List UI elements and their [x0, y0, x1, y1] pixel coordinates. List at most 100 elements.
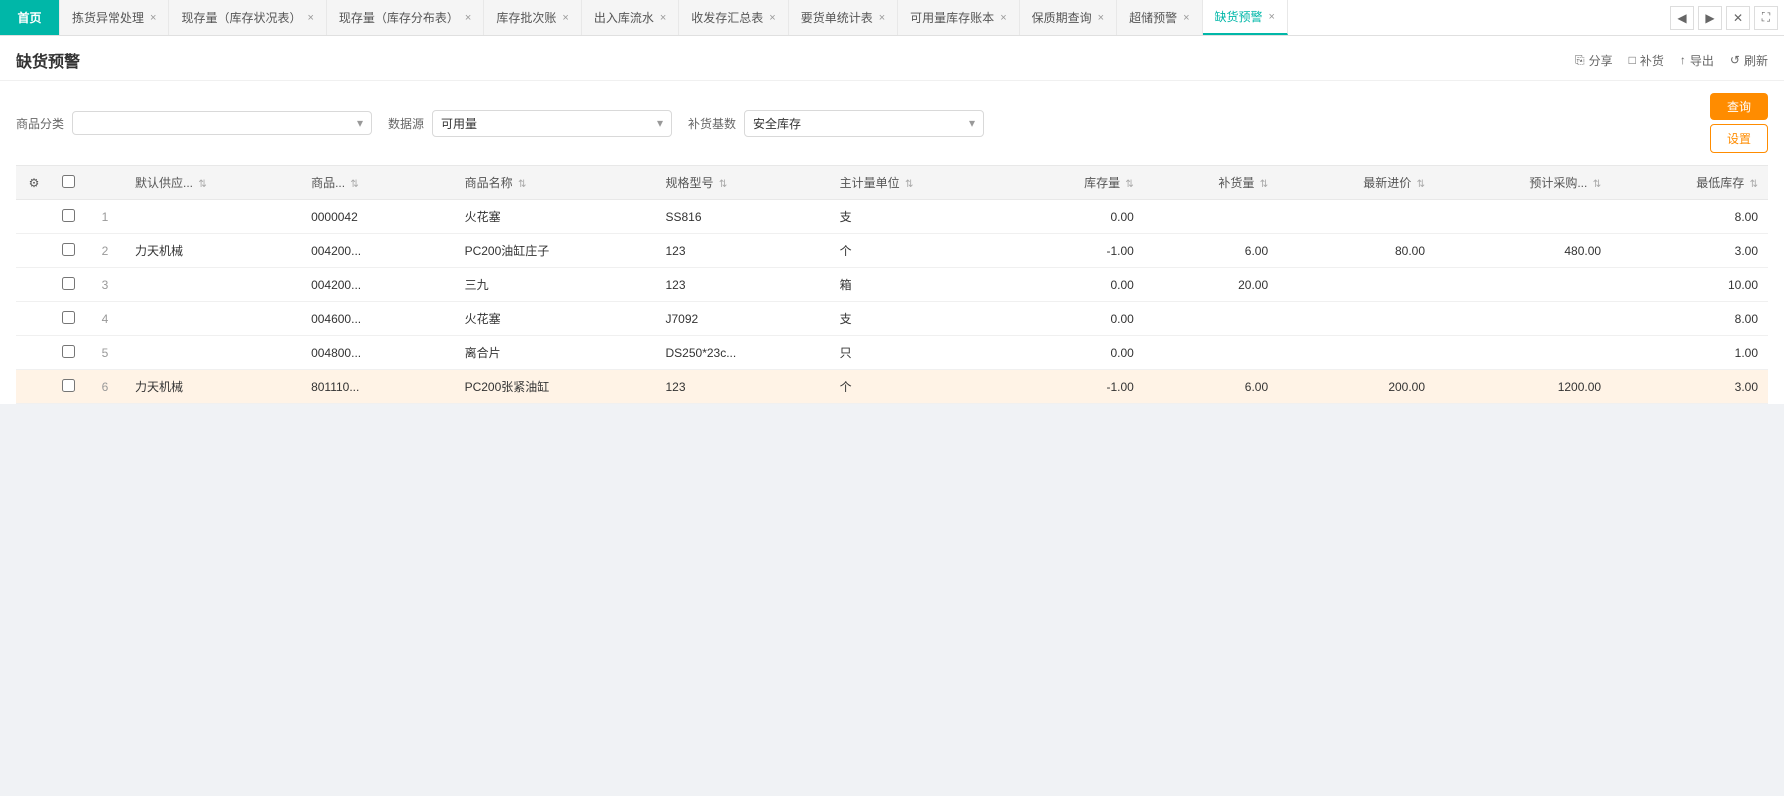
table-header-checkbox: [52, 166, 85, 200]
table-header-stock[interactable]: 库存量 ⇅: [1009, 166, 1143, 200]
row-name: 三九: [455, 268, 656, 302]
tab-available-ledger[interactable]: 可用量库存账本 ×: [898, 0, 1019, 35]
table-header-price[interactable]: 最新进价 ⇅: [1278, 166, 1435, 200]
tab-prev-button[interactable]: ◀: [1670, 6, 1694, 30]
tab-stock-dist-close[interactable]: ×: [465, 12, 471, 24]
row-checkbox-cell: [52, 268, 85, 302]
export-button[interactable]: ↑ 导出: [1680, 52, 1714, 69]
sort-code-icon: ⇅: [350, 179, 358, 190]
row-forecast: [1435, 302, 1611, 336]
row-num: 3: [85, 268, 125, 302]
row-num: 1: [85, 200, 125, 234]
row-checkbox-cell: [52, 370, 85, 404]
tab-shortage[interactable]: 缺货预警 ×: [1203, 0, 1288, 35]
tab-in-out-flow-label: 出入库流水: [594, 9, 654, 26]
tab-available-ledger-close[interactable]: ×: [1000, 12, 1006, 24]
table-header-unit[interactable]: 主计量单位 ⇅: [830, 166, 1010, 200]
tab-stock-status[interactable]: 现存量（库存状况表） ×: [169, 0, 326, 35]
replenish-button[interactable]: □ 补货: [1629, 52, 1664, 69]
tab-in-out-flow-close[interactable]: ×: [660, 12, 666, 24]
row-price: 80.00: [1278, 234, 1435, 268]
filter-category-group: 商品分类 ▾: [16, 111, 372, 135]
table-header-row: ⚙ 默认供应... ⇅ 商品... ⇅ 商品名称 ⇅: [16, 166, 1768, 200]
tab-exception[interactable]: 拣货异常处理 ×: [60, 0, 169, 35]
table-header-forecast[interactable]: 预计采购... ⇅: [1435, 166, 1611, 200]
row-gear-cell: [16, 336, 52, 370]
row-name: 离合片: [455, 336, 656, 370]
table-header-supplier[interactable]: 默认供应... ⇅: [125, 166, 301, 200]
row-checkbox[interactable]: [62, 277, 75, 290]
filter-row: 商品分类 ▾ 数据源 可用量 ▾ 补货基数 安全库存 ▾ 查询 设置: [0, 81, 1784, 165]
row-num: 2: [85, 234, 125, 268]
table-header-replen[interactable]: 补货量 ⇅: [1144, 166, 1278, 200]
row-checkbox[interactable]: [62, 345, 75, 358]
tab-exception-close[interactable]: ×: [150, 12, 156, 24]
row-unit: 个: [830, 370, 1010, 404]
tab-home[interactable]: 首页: [0, 0, 60, 35]
filter-replen-base-select[interactable]: 安全库存 ▾: [744, 110, 984, 137]
row-checkbox[interactable]: [62, 243, 75, 256]
row-checkbox[interactable]: [62, 311, 75, 324]
tab-shortage-close[interactable]: ×: [1269, 11, 1275, 23]
tab-next-button[interactable]: ▶: [1698, 6, 1722, 30]
row-supplier: [125, 336, 301, 370]
row-supplier: [125, 200, 301, 234]
tab-collect-summary-close[interactable]: ×: [769, 12, 775, 24]
tab-expiry[interactable]: 保质期查询 ×: [1020, 0, 1117, 35]
tab-stock-status-close[interactable]: ×: [307, 12, 313, 24]
refresh-button[interactable]: ↺ 刷新: [1730, 52, 1768, 69]
tab-fullscreen-button[interactable]: ⛶: [1754, 6, 1778, 30]
sort-supplier-icon: ⇅: [198, 179, 206, 190]
filter-datasource-value: 可用量: [441, 115, 477, 132]
row-code: 004800...: [301, 336, 455, 370]
share-button[interactable]: ⎘ 分享: [1575, 52, 1613, 69]
filter-datasource-select[interactable]: 可用量 ▾: [432, 110, 672, 137]
select-all-checkbox[interactable]: [62, 175, 75, 188]
tab-in-out-flow[interactable]: 出入库流水 ×: [582, 0, 679, 35]
tab-stock-dist-label: 现存量（库存分布表）: [339, 9, 459, 26]
settings-button[interactable]: 设置: [1710, 124, 1768, 153]
row-unit: 个: [830, 234, 1010, 268]
tab-batch-account-label: 库存批次账: [496, 9, 556, 26]
row-supplier: 力天机械: [125, 234, 301, 268]
tab-batch-account[interactable]: 库存批次账 ×: [484, 0, 581, 35]
query-button[interactable]: 查询: [1710, 93, 1768, 120]
row-code: 801110...: [301, 370, 455, 404]
tab-expiry-close[interactable]: ×: [1098, 12, 1104, 24]
table-header-gear[interactable]: ⚙: [16, 166, 52, 200]
table-header-spec[interactable]: 规格型号 ⇅: [656, 166, 830, 200]
tab-nav-buttons: ◀ ▶ ✕ ⛶: [1664, 6, 1784, 30]
filter-replen-base-label: 补货基数: [688, 115, 736, 132]
row-code: 004200...: [301, 268, 455, 302]
tab-close-all-button[interactable]: ✕: [1726, 6, 1750, 30]
row-unit: 只: [830, 336, 1010, 370]
row-price: [1278, 268, 1435, 302]
tab-overstock-close[interactable]: ×: [1183, 12, 1189, 24]
filter-category-select[interactable]: ▾: [72, 111, 372, 135]
row-checkbox[interactable]: [62, 209, 75, 222]
row-checkbox[interactable]: [62, 379, 75, 392]
tab-demand-stat[interactable]: 要货单统计表 ×: [789, 0, 898, 35]
tab-demand-stat-close[interactable]: ×: [879, 12, 885, 24]
row-gear-cell: [16, 370, 52, 404]
sort-forecast-icon: ⇅: [1593, 179, 1601, 190]
tab-stock-dist[interactable]: 现存量（库存分布表） ×: [327, 0, 484, 35]
tab-collect-summary[interactable]: 收发存汇总表 ×: [679, 0, 788, 35]
table-header-minstock[interactable]: 最低库存 ⇅: [1611, 166, 1768, 200]
tab-bar: 首页 拣货异常处理 × 现存量（库存状况表） × 现存量（库存分布表） × 库存…: [0, 0, 1784, 36]
row-replen: 20.00: [1144, 268, 1278, 302]
table-row: 2 力天机械 004200... PC200油缸庄子 123 个 -1.00 6…: [16, 234, 1768, 268]
row-price: [1278, 302, 1435, 336]
page-header: 缺货预警 ⎘ 分享 □ 补货 ↑ 导出 ↺ 刷新: [0, 36, 1784, 81]
tab-batch-account-close[interactable]: ×: [562, 12, 568, 24]
row-spec: 123: [656, 234, 830, 268]
tab-exception-label: 拣货异常处理: [72, 9, 144, 26]
row-forecast: 1200.00: [1435, 370, 1611, 404]
row-stock: 0.00: [1009, 302, 1143, 336]
tab-overstock[interactable]: 超储预警 ×: [1117, 0, 1202, 35]
table-header-name[interactable]: 商品名称 ⇅: [455, 166, 656, 200]
row-price: [1278, 336, 1435, 370]
export-icon: ↑: [1680, 53, 1686, 67]
row-spec: 123: [656, 268, 830, 302]
table-header-code[interactable]: 商品... ⇅: [301, 166, 455, 200]
